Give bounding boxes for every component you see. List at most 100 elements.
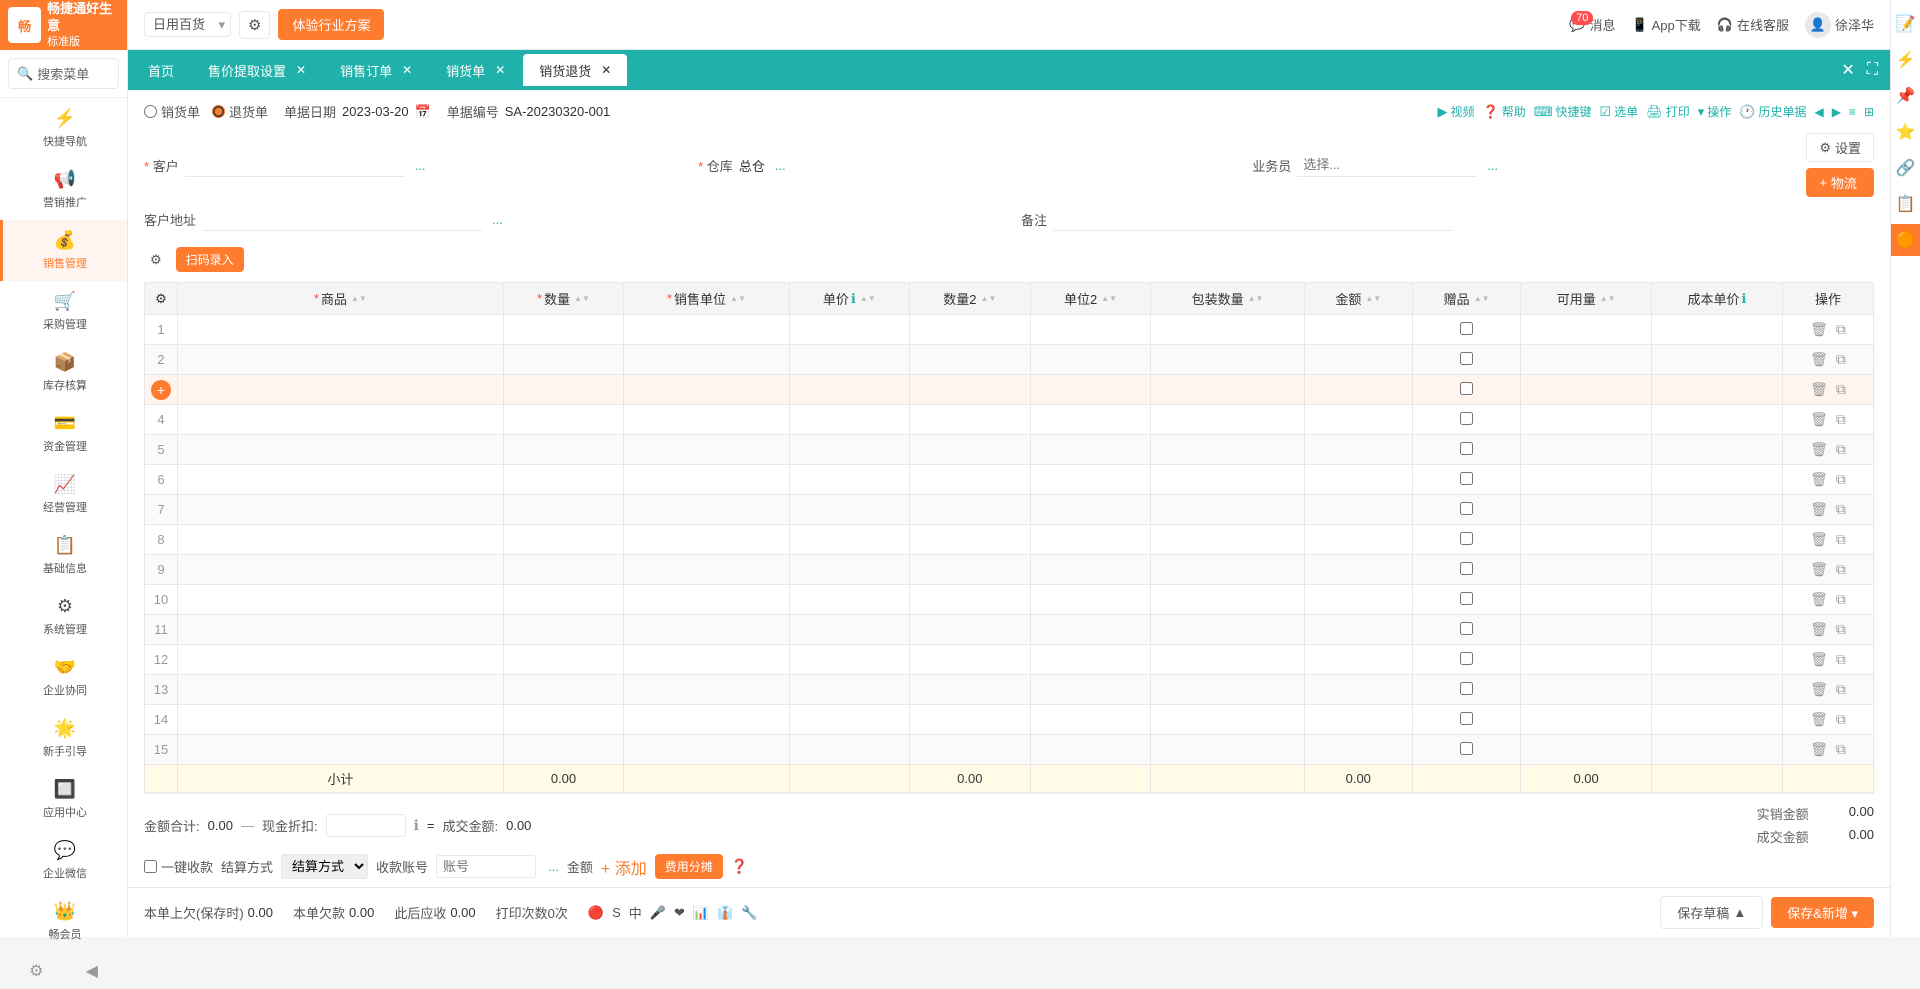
delete-row-12-button[interactable]: 🗑 — [1808, 649, 1830, 670]
pack-qty-cell-5[interactable] — [1151, 435, 1304, 465]
cost-unit-cell-7[interactable] — [1652, 495, 1783, 525]
unit-price-cell-12[interactable] — [789, 645, 909, 675]
gift-checkbox-11[interactable] — [1460, 622, 1473, 635]
gift-checkbox-4[interactable] — [1460, 412, 1473, 425]
right-sidebar-btn-5[interactable]: 🔗 — [1891, 152, 1920, 184]
prev-record-button[interactable]: ◀ — [1814, 105, 1823, 119]
sales-unit-cell-5[interactable] — [624, 435, 789, 465]
unit2-cell-11[interactable] — [1030, 615, 1151, 645]
copy-row-15-button[interactable]: ⧉ — [1834, 739, 1848, 760]
cost-unit-cell-2[interactable] — [1652, 345, 1783, 375]
remark-input[interactable] — [1053, 207, 1453, 231]
pack-qty-cell-13[interactable] — [1151, 675, 1304, 705]
quantity-cell-7[interactable] — [503, 495, 624, 525]
onepay-checkbox[interactable] — [144, 860, 157, 873]
pack-qty-cell-9[interactable] — [1151, 555, 1304, 585]
unit-price-cell-10[interactable] — [789, 585, 909, 615]
unit-price-cell-13[interactable] — [789, 675, 909, 705]
video-button[interactable]: ▶ 视频 — [1438, 103, 1475, 120]
cost-unit-cell-14[interactable] — [1652, 705, 1783, 735]
gift-checkbox-10[interactable] — [1460, 592, 1473, 605]
gift-checkbox-2[interactable] — [1460, 352, 1473, 365]
gift-cell-5[interactable] — [1412, 435, 1520, 465]
pack-qty-cell-15[interactable] — [1151, 735, 1304, 765]
unit2-cell-9[interactable] — [1030, 555, 1151, 585]
sidebar-settings-button[interactable]: ⚙ — [29, 961, 43, 981]
unit-price-cell-9[interactable] — [789, 555, 909, 585]
quantity2-cell-3[interactable] — [909, 375, 1030, 405]
sidebar-item-appstore[interactable]: 🔲 应用中心 — [0, 769, 127, 830]
gift-checkbox-14[interactable] — [1460, 712, 1473, 725]
product-cell-11[interactable] — [178, 615, 504, 645]
delete-row-15-button[interactable]: 🗑 — [1808, 739, 1830, 760]
customer-dots-button[interactable]: ... — [415, 158, 426, 173]
unit-price-cell-3[interactable] — [789, 375, 909, 405]
topbar-settings-button[interactable]: ⚙ — [239, 11, 270, 39]
product-cell-12[interactable] — [178, 645, 504, 675]
available-cell-9[interactable] — [1521, 555, 1652, 585]
sales-unit-cell-9[interactable] — [624, 555, 789, 585]
sidebar-item-basic[interactable]: 📋 基础信息 — [0, 525, 127, 586]
copy-row-3-button[interactable]: ⧉ — [1834, 379, 1848, 400]
product-cell-3[interactable] — [178, 375, 504, 405]
delete-row-5-button[interactable]: 🗑 — [1808, 439, 1830, 460]
type-return-label[interactable]: 退货单 — [212, 102, 268, 121]
app-download-item[interactable]: 📱 App下载 — [1631, 15, 1700, 34]
type-delivery-label[interactable]: 销货单 — [144, 102, 200, 121]
unit2-cell-2[interactable] — [1030, 345, 1151, 375]
available-cell-10[interactable] — [1521, 585, 1652, 615]
delete-row-2-button[interactable]: 🗑 — [1808, 349, 1830, 370]
operate-button[interactable]: ▾ 操作 — [1698, 103, 1732, 120]
amount-cell-4[interactable] — [1304, 405, 1412, 435]
unit-price-cell-11[interactable] — [789, 615, 909, 645]
quantity2-cell-14[interactable] — [909, 705, 1030, 735]
unit-price-cell-5[interactable] — [789, 435, 909, 465]
right-sidebar-btn-2[interactable]: ⚡ — [1891, 44, 1920, 76]
pack-qty-cell-1[interactable] — [1151, 315, 1304, 345]
cost-unit-cell-8[interactable] — [1652, 525, 1783, 555]
unit2-cell-3[interactable] — [1030, 375, 1151, 405]
quantity2-cell-15[interactable] — [909, 735, 1030, 765]
pack-qty-cell-2[interactable] — [1151, 345, 1304, 375]
sidebar-collapse-button[interactable]: ◀ — [86, 961, 98, 981]
tab-sales-delivery[interactable]: 销货单 ✕ — [430, 54, 521, 86]
available-cell-15[interactable] — [1521, 735, 1652, 765]
quantity2-cell-6[interactable] — [909, 465, 1030, 495]
copy-row-11-button[interactable]: ⧉ — [1834, 619, 1848, 640]
quantity2-cell-8[interactable] — [909, 525, 1030, 555]
unit-price-cell-15[interactable] — [789, 735, 909, 765]
gift-checkbox-13[interactable] — [1460, 682, 1473, 695]
product-input-3[interactable] — [184, 382, 497, 397]
sales-unit-cell-14[interactable] — [624, 705, 789, 735]
support-item[interactable]: 🎧 在线客服 — [1717, 15, 1789, 34]
sales-unit-cell-4[interactable] — [624, 405, 789, 435]
sales-unit-cell-11[interactable] — [624, 615, 789, 645]
tab-price-settings[interactable]: 售价提取设置 ✕ — [192, 54, 322, 86]
unit2-cell-8[interactable] — [1030, 525, 1151, 555]
address-input[interactable] — [202, 207, 482, 231]
gift-checkbox-15[interactable] — [1460, 742, 1473, 755]
unit2-cell-14[interactable] — [1030, 705, 1151, 735]
quantity2-cell-13[interactable] — [909, 675, 1030, 705]
pack-qty-cell-3[interactable] — [1151, 375, 1304, 405]
gift-cell-15[interactable] — [1412, 735, 1520, 765]
available-cell-14[interactable] — [1521, 705, 1652, 735]
gift-cell-6[interactable] — [1412, 465, 1520, 495]
amount-cell-11[interactable] — [1304, 615, 1412, 645]
help-button[interactable]: ❓ 帮助 — [1483, 103, 1526, 120]
gift-cell-12[interactable] — [1412, 645, 1520, 675]
unit-price-cell-4[interactable] — [789, 405, 909, 435]
trial-button[interactable]: 体验行业方案 — [278, 9, 384, 40]
unit-price-cell-2[interactable] — [789, 345, 909, 375]
history-button[interactable]: 🕐 历史单据 — [1739, 103, 1806, 120]
tab-sales-order-close[interactable]: ✕ — [402, 63, 412, 77]
unit2-cell-1[interactable] — [1030, 315, 1151, 345]
quantity2-cell-5[interactable] — [909, 435, 1030, 465]
unit2-cell-13[interactable] — [1030, 675, 1151, 705]
print-button[interactable]: 🖨 打印 — [1646, 103, 1690, 120]
cost-unit-cell-1[interactable] — [1652, 315, 1783, 345]
cost-unit-cell-9[interactable] — [1652, 555, 1783, 585]
discount-input[interactable] — [326, 814, 406, 837]
amount-cell-14[interactable] — [1304, 705, 1412, 735]
available-cell-11[interactable] — [1521, 615, 1652, 645]
